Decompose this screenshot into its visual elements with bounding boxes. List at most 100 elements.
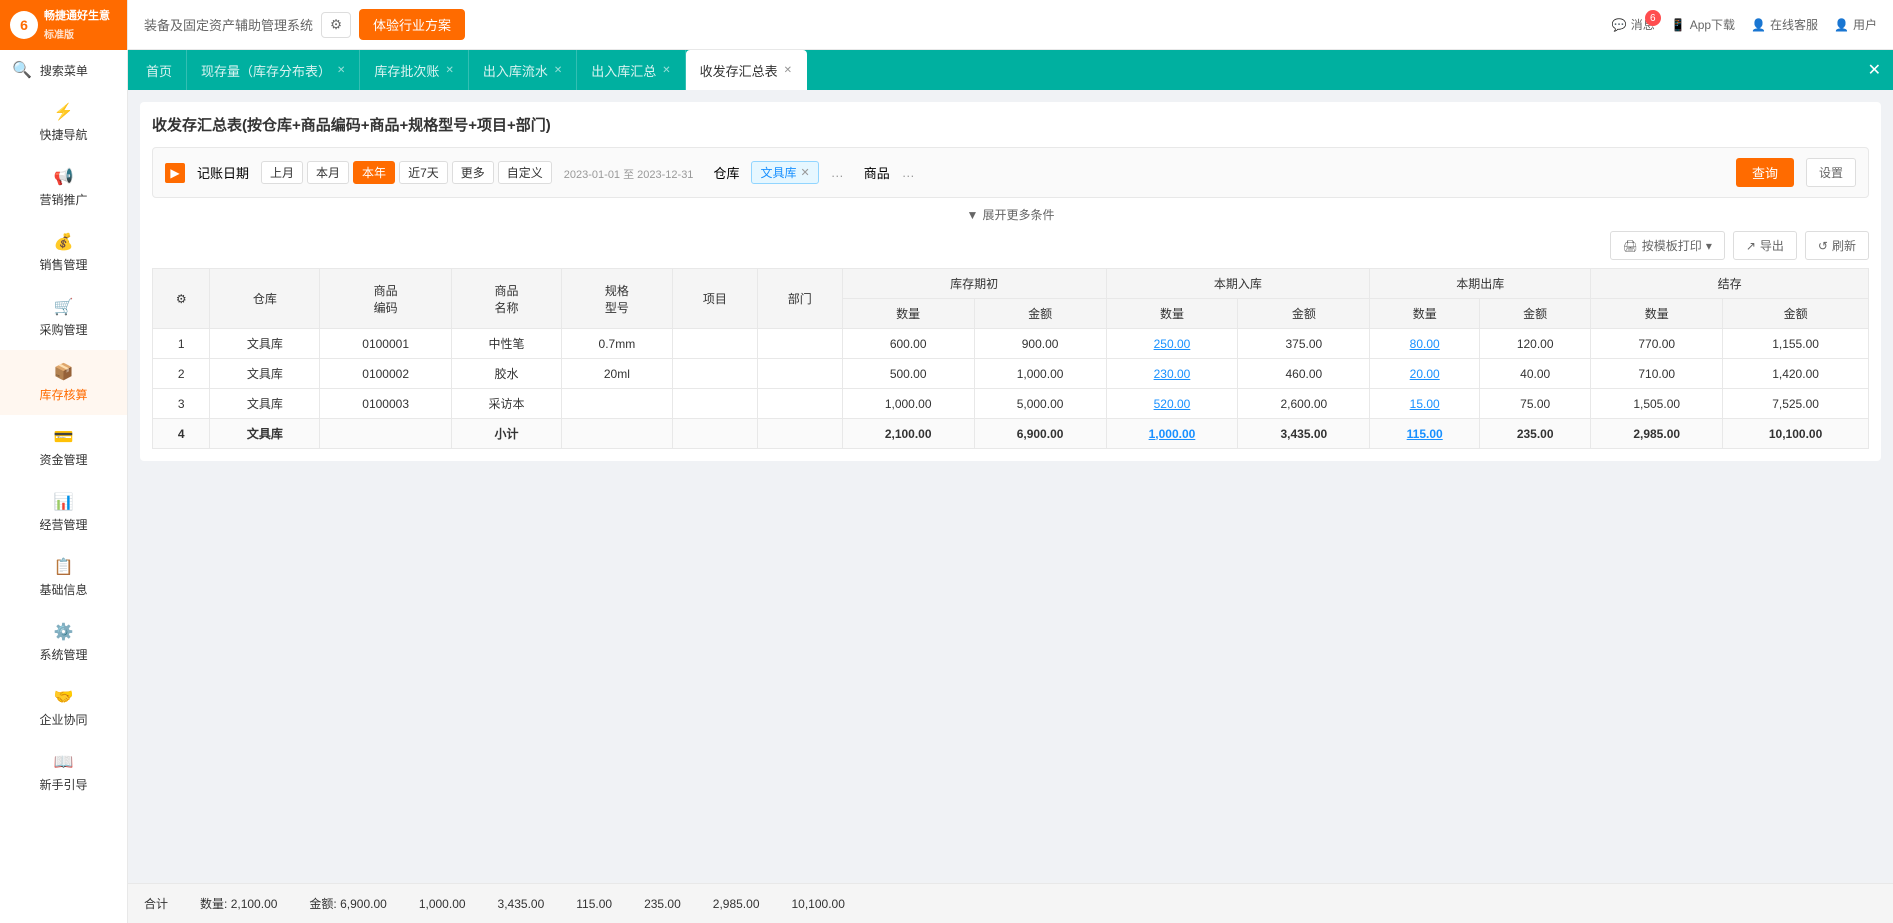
cell-project	[672, 419, 757, 449]
footer-in-amt: 3,435.00	[498, 897, 545, 911]
cell-bal-qty: 770.00	[1591, 329, 1723, 359]
export-icon: ↗	[1746, 239, 1756, 253]
date-buttons-group: 上月 本月 本年 近7天 更多 自定义	[261, 161, 552, 184]
sidebar-cooperation-label: 企业协同	[39, 711, 87, 728]
message-icon: 💬	[1612, 18, 1627, 32]
tab-inventory-dist[interactable]: 现存量（库存分布表） ✕	[187, 50, 360, 90]
th-in-amt: 金额	[1238, 299, 1370, 329]
print-button[interactable]: 🖨 按模板打印 ▾	[1610, 231, 1725, 260]
cell-in-qty[interactable]: 250.00	[1106, 329, 1238, 359]
tab-batch[interactable]: 库存批次账 ✕	[360, 50, 468, 90]
warehouse-tag-remove[interactable]: ✕	[800, 166, 809, 179]
sidebar-logo: 6 畅捷通好生意 标准版	[0, 0, 127, 50]
cell-dept	[757, 359, 842, 389]
date-btn-this-year[interactable]: 本年	[353, 161, 395, 184]
sidebar-marketing-label: 营销推广	[39, 191, 87, 208]
sidebar-item-base-info[interactable]: 📋 基础信息	[0, 545, 127, 610]
table-row: 2 文具库 0100002 胶水 20ml 500.00 1,000.00 23…	[153, 359, 1869, 389]
th-out-amt: 金额	[1480, 299, 1591, 329]
cell-warehouse: 文具库	[210, 329, 320, 359]
sidebar-item-beginner[interactable]: 📖 新手引导	[0, 740, 127, 805]
footer-bal-qty-value: 2,985.00	[713, 897, 760, 911]
th-opening: 库存期初	[842, 269, 1106, 299]
tab-receipt-summary-close[interactable]: ✕	[784, 65, 792, 76]
date-btn-this-month[interactable]: 本月	[307, 161, 349, 184]
warehouse-more-options[interactable]: …	[831, 165, 844, 180]
cell-out-qty[interactable]: 20.00	[1370, 359, 1480, 389]
th-code: 商品编码	[320, 269, 452, 329]
sidebar-item-inventory[interactable]: 📦 库存核算	[0, 350, 127, 415]
messages-button[interactable]: 💬 消息 6	[1612, 16, 1655, 33]
date-range-display: 2023-01-01 至 2023-12-31	[564, 166, 694, 182]
user-button[interactable]: 👤 用户	[1834, 16, 1877, 33]
logo-edition: 标准版	[44, 26, 110, 41]
goods-more-options[interactable]: …	[902, 165, 915, 180]
system-title: 装备及固定资产辅助管理系统	[144, 15, 313, 34]
sidebar-item-operations[interactable]: 📊 经营管理	[0, 480, 127, 545]
trial-button[interactable]: 体验行业方案	[359, 9, 465, 40]
tab-batch-close[interactable]: ✕	[445, 65, 453, 76]
filter-collapse-button[interactable]: ▶	[165, 163, 185, 183]
date-btn-custom[interactable]: 自定义	[498, 161, 552, 184]
cell-in-qty[interactable]: 230.00	[1106, 359, 1238, 389]
online-service-button[interactable]: 👤 在线客服	[1751, 16, 1818, 33]
tab-receipt-summary[interactable]: 收发存汇总表 ✕	[686, 50, 807, 90]
date-btn-7days[interactable]: 近7天	[399, 161, 448, 184]
th-project: 项目	[672, 269, 757, 329]
settings-gear-button[interactable]: ⚙	[321, 12, 351, 38]
cell-bal-qty: 1,505.00	[1591, 389, 1723, 419]
sidebar-item-sales[interactable]: 💰 销售管理	[0, 220, 127, 285]
tab-flow[interactable]: 出入库流水 ✕	[469, 50, 577, 90]
close-all-tabs-button[interactable]: ✕	[1860, 60, 1889, 80]
warehouse-tag: 文具库 ✕	[751, 161, 818, 184]
app-download-button[interactable]: 📱 App下载	[1671, 16, 1735, 33]
sidebar-item-cooperation[interactable]: 🤝 企业协同	[0, 675, 127, 740]
cell-out-qty[interactable]: 115.00	[1370, 419, 1480, 449]
cell-in-qty[interactable]: 1,000.00	[1106, 419, 1238, 449]
cell-index: 4	[153, 419, 210, 449]
cell-warehouse: 文具库	[210, 389, 320, 419]
online-service-label: 在线客服	[1770, 16, 1818, 33]
sidebar-beginner-label: 新手引导	[39, 776, 87, 793]
expand-more-button[interactable]: ▼ 展开更多条件	[967, 206, 1055, 223]
tab-inout-summary-close[interactable]: ✕	[662, 65, 670, 76]
logo-title: 畅捷通好生意	[44, 9, 110, 23]
system-icon: ⚙️	[54, 622, 74, 642]
tab-home[interactable]: 首页	[132, 50, 187, 90]
data-table: ⚙ 仓库 商品编码 商品名称 规格型号 项目 部门 库存期初 本期入库 本期出库…	[152, 268, 1869, 449]
date-btn-last-month[interactable]: 上月	[261, 161, 303, 184]
query-button[interactable]: 查询	[1736, 158, 1794, 187]
export-button[interactable]: ↗ 导出	[1733, 231, 1797, 260]
cell-warehouse: 文具库	[210, 419, 320, 449]
tab-flow-close[interactable]: ✕	[554, 65, 562, 76]
refresh-button[interactable]: ↺ 刷新	[1805, 231, 1869, 260]
cell-out-qty[interactable]: 15.00	[1370, 389, 1480, 419]
cell-project	[672, 359, 757, 389]
table-row: 3 文具库 0100003 采访本 1,000.00 5,000.00 520.…	[153, 389, 1869, 419]
tab-inventory-dist-close[interactable]: ✕	[337, 65, 345, 76]
footer-bal-amt: 10,100.00	[792, 897, 845, 911]
sidebar-inventory-label: 库存核算	[39, 386, 87, 403]
tab-inout-summary[interactable]: 出入库汇总 ✕	[577, 50, 685, 90]
refresh-icon: ↺	[1818, 239, 1828, 253]
cell-in-qty[interactable]: 520.00	[1106, 389, 1238, 419]
settings-button[interactable]: 设置	[1806, 158, 1856, 187]
cell-index: 2	[153, 359, 210, 389]
th-settings[interactable]: ⚙	[153, 269, 210, 329]
tab-batch-label: 库存批次账	[374, 61, 439, 80]
sidebar-item-purchase[interactable]: 🛒 采购管理	[0, 285, 127, 350]
sidebar-item-system[interactable]: ⚙️ 系统管理	[0, 610, 127, 675]
sidebar-item-marketing[interactable]: 📢 营销推广	[0, 155, 127, 220]
cell-project	[672, 389, 757, 419]
sidebar-item-search[interactable]: 🔍 搜索菜单	[0, 50, 127, 90]
cell-out-qty[interactable]: 80.00	[1370, 329, 1480, 359]
expand-down-icon: ▼	[967, 208, 979, 222]
report-title: 收发存汇总表(按仓库+商品编码+商品+规格型号+项目+部门)	[152, 114, 1869, 135]
sidebar-item-finance[interactable]: 💳 资金管理	[0, 415, 127, 480]
date-btn-more[interactable]: 更多	[452, 161, 494, 184]
sidebar-item-quick-nav[interactable]: ⚡ 快捷导航	[0, 90, 127, 155]
export-label: 导出	[1760, 237, 1784, 254]
cell-open-qty: 1,000.00	[842, 389, 974, 419]
cell-spec: 20ml	[561, 359, 672, 389]
footer-open-amt-value: 6,900.00	[340, 897, 387, 911]
